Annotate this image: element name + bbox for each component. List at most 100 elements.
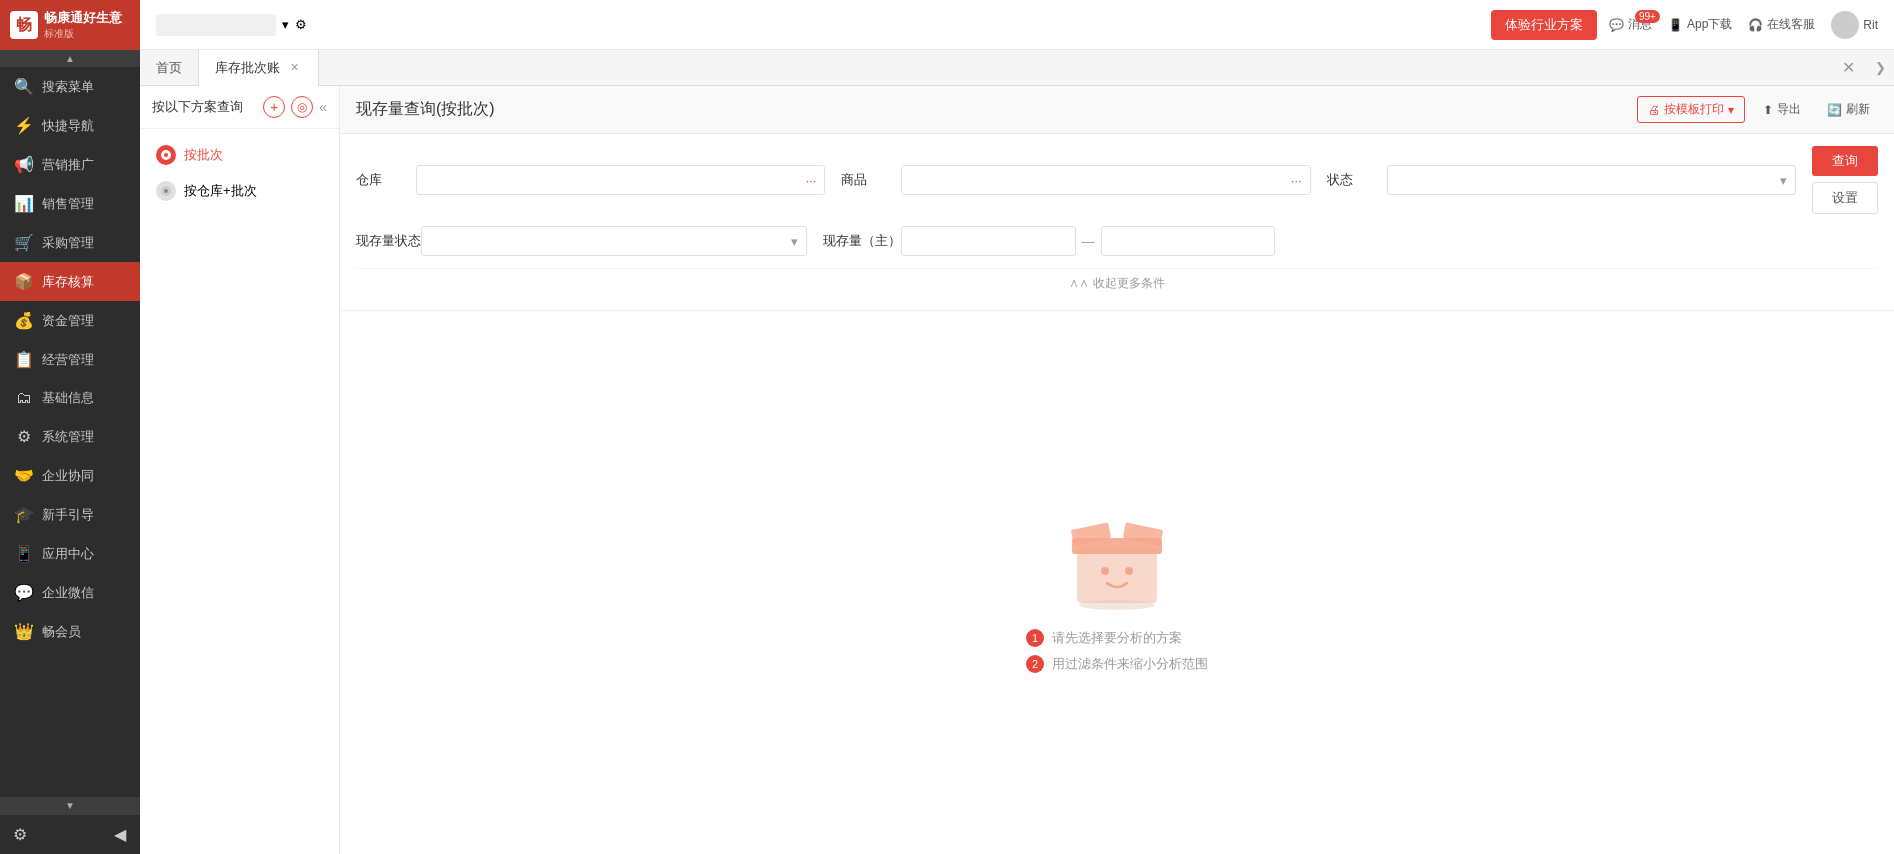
topbar-search-input[interactable] xyxy=(156,14,276,36)
filter-item-inventory-amount: 现存量（主） — xyxy=(823,226,1274,256)
sidebar-item-operations[interactable]: 📋经营管理 xyxy=(0,340,140,379)
messages-btn[interactable]: 💬 消息 99+ xyxy=(1609,16,1652,33)
sidebar-item-wechat[interactable]: 💬企业微信 xyxy=(0,573,140,612)
left-panel-header: 按以下方案查询 + ◎ « xyxy=(140,86,339,129)
quick-nav-icon: ⚡ xyxy=(14,116,34,135)
sidebar-item-inventory[interactable]: 📦库存核算 xyxy=(0,262,140,301)
sales-label: 销售管理 xyxy=(42,195,94,213)
query-btn[interactable]: 查询 xyxy=(1812,146,1878,176)
beginner-icon: 🎓 xyxy=(14,505,34,524)
purchase-label: 采购管理 xyxy=(42,234,94,252)
add-scheme-btn[interactable]: + xyxy=(263,96,285,118)
scroll-up-arrow[interactable]: ▲ xyxy=(0,50,140,67)
settings-footer-icon[interactable]: ⚙ xyxy=(10,825,30,844)
sidebar-item-beginner[interactable]: 🎓 新手引导 xyxy=(0,495,140,534)
search-icon: 🔍 xyxy=(14,77,34,96)
filter-item-inventory-status: 现存量状态 ▾ xyxy=(356,226,807,256)
export-label: 导出 xyxy=(1777,101,1801,118)
sidebar-item-app-center[interactable]: 📱应用中心 xyxy=(0,534,140,573)
sidebar-footer: ⚙ ◀ xyxy=(0,814,140,854)
experience-btn[interactable]: 体验行业方案 xyxy=(1491,10,1597,40)
topbar-dropdown-icon[interactable]: ▾ xyxy=(282,17,289,32)
left-panel-title: 按以下方案查询 xyxy=(152,98,243,116)
tab-inventory-batch-label: 库存批次账 xyxy=(215,59,280,77)
beginner-label: 新手引导 xyxy=(42,506,94,524)
filter-inventory-amount-divider: — xyxy=(1076,234,1101,249)
sidebar-item-sales[interactable]: 📊 销售管理 xyxy=(0,184,140,223)
search-label: 搜索菜单 xyxy=(42,78,94,96)
scheme-icon-batch xyxy=(156,145,176,165)
page-title: 现存量查询(按批次) xyxy=(356,99,495,120)
filter-inventory-amount-to[interactable] xyxy=(1101,226,1275,256)
sidebar-item-search[interactable]: 🔍 搜索菜单 xyxy=(0,67,140,106)
user-btn[interactable]: Rit xyxy=(1831,11,1878,39)
filter-row-1: 仓库 ··· 商品 ··· xyxy=(356,146,1878,214)
filter-item-product: 商品 ··· xyxy=(841,165,1310,195)
empty-svg xyxy=(1057,493,1177,613)
target-scheme-btn[interactable]: ◎ xyxy=(291,96,313,118)
panel-arrow-icon[interactable]: ❯ xyxy=(1867,60,1894,75)
basic-icon: 🗂 xyxy=(14,389,34,407)
svg-point-8 xyxy=(1101,567,1109,575)
scheme-item-batch[interactable]: 按批次 xyxy=(140,137,339,173)
system-icon: ⚙ xyxy=(14,427,34,446)
print-label: 按模板打印 xyxy=(1664,101,1724,118)
app-logo: 畅 xyxy=(10,11,38,39)
sidebar-item-quick-nav[interactable]: ⚡快捷导航 xyxy=(0,106,140,145)
app-download-btn[interactable]: 📱 App下载 xyxy=(1668,16,1732,33)
app-center-icon: 📱 xyxy=(14,544,34,563)
export-btn[interactable]: ⬆ 导出 xyxy=(1755,97,1809,122)
tab-inventory-batch-close[interactable]: ✕ xyxy=(286,60,302,76)
filter-inventory-status-dropdown[interactable]: ▾ xyxy=(791,234,798,249)
filter-product-input[interactable]: ··· xyxy=(901,165,1310,195)
sidebar-item-system[interactable]: ⚙系统管理 xyxy=(0,417,140,456)
empty-step-2: 2 用过滤条件来缩小分析范围 xyxy=(1026,655,1208,673)
topbar: ▾ ⚙ 体验行业方案 💬 消息 99+ 📱 App下载 🎧 在线客服 Rit xyxy=(140,0,1894,50)
filter-status-select[interactable]: ▾ xyxy=(1387,165,1796,195)
sidebar-item-purchase[interactable]: 🛒采购管理 xyxy=(0,223,140,262)
svg-point-9 xyxy=(1125,567,1133,575)
filter-status-label: 状态 xyxy=(1327,171,1387,189)
collapse-more-btn[interactable]: ∧∧ 收起更多条件 xyxy=(356,268,1878,298)
topbar-settings-icon[interactable]: ⚙ xyxy=(295,17,307,32)
svg-point-3 xyxy=(164,189,168,193)
filter-warehouse-input[interactable]: ··· xyxy=(416,165,825,195)
collapse-footer-icon[interactable]: ◀ xyxy=(110,825,130,844)
content: 按以下方案查询 + ◎ « 按批次 按仓库 xyxy=(140,86,1894,854)
collapse-more-label: 收起更多条件 xyxy=(1093,276,1165,290)
empty-step-1: 1 请先选择要分析的方案 xyxy=(1026,629,1208,647)
sidebar-item-marketing[interactable]: 📢营销推广 xyxy=(0,145,140,184)
refresh-btn[interactable]: 🔄 刷新 xyxy=(1819,97,1878,122)
filter-inventory-status-select[interactable]: ▾ xyxy=(421,226,807,256)
panel-close-btn[interactable]: ✕ xyxy=(1830,58,1867,77)
scheme-icon-warehouse-batch xyxy=(156,181,176,201)
print-btn[interactable]: 🖨 按模板打印 ▾ xyxy=(1637,96,1745,123)
sidebar-item-finance[interactable]: 💰资金管理 xyxy=(0,301,140,340)
step1-text: 请先选择要分析的方案 xyxy=(1052,629,1182,647)
sidebar-item-basic[interactable]: 🗂基础信息 xyxy=(0,379,140,417)
scheme-item-warehouse-batch[interactable]: 按仓库+批次 xyxy=(140,173,339,209)
filter-product-dots[interactable]: ··· xyxy=(1291,173,1302,188)
member-icon: 👑 xyxy=(14,622,34,641)
right-panel: 现存量查询(按批次) 🖨 按模板打印 ▾ ⬆ 导出 🔄 刷新 xyxy=(340,86,1894,854)
print-dropdown-icon[interactable]: ▾ xyxy=(1728,103,1734,117)
tab-home[interactable]: 首页 xyxy=(140,50,199,86)
sales-icon: 📊 xyxy=(14,194,34,213)
filter-status-dropdown[interactable]: ▾ xyxy=(1780,173,1787,188)
settings-btn[interactable]: 设置 xyxy=(1812,182,1878,214)
filter-warehouse-dots[interactable]: ··· xyxy=(805,173,816,188)
filter-row-2: 现存量状态 ▾ 现存量（主） — xyxy=(356,226,1878,256)
member-label: 畅会员 xyxy=(42,623,81,641)
scheme-label-batch: 按批次 xyxy=(184,146,223,164)
enterprise-label: 企业协同 xyxy=(42,467,94,485)
refresh-icon: 🔄 xyxy=(1827,103,1842,117)
collapse-panel-btn[interactable]: « xyxy=(319,99,327,115)
online-service-btn[interactable]: 🎧 在线客服 xyxy=(1748,16,1815,33)
tab-inventory-batch[interactable]: 库存批次账 ✕ xyxy=(199,50,319,86)
sidebar-item-enterprise[interactable]: 🤝企业协同 xyxy=(0,456,140,495)
scroll-down-arrow[interactable]: ▼ xyxy=(0,797,140,814)
svg-point-1 xyxy=(164,153,168,157)
sidebar-item-member[interactable]: 👑 畅会员 xyxy=(0,612,140,651)
filter-inventory-amount-from[interactable] xyxy=(901,226,1075,256)
app-title: 畅康通好生意 xyxy=(44,9,122,27)
